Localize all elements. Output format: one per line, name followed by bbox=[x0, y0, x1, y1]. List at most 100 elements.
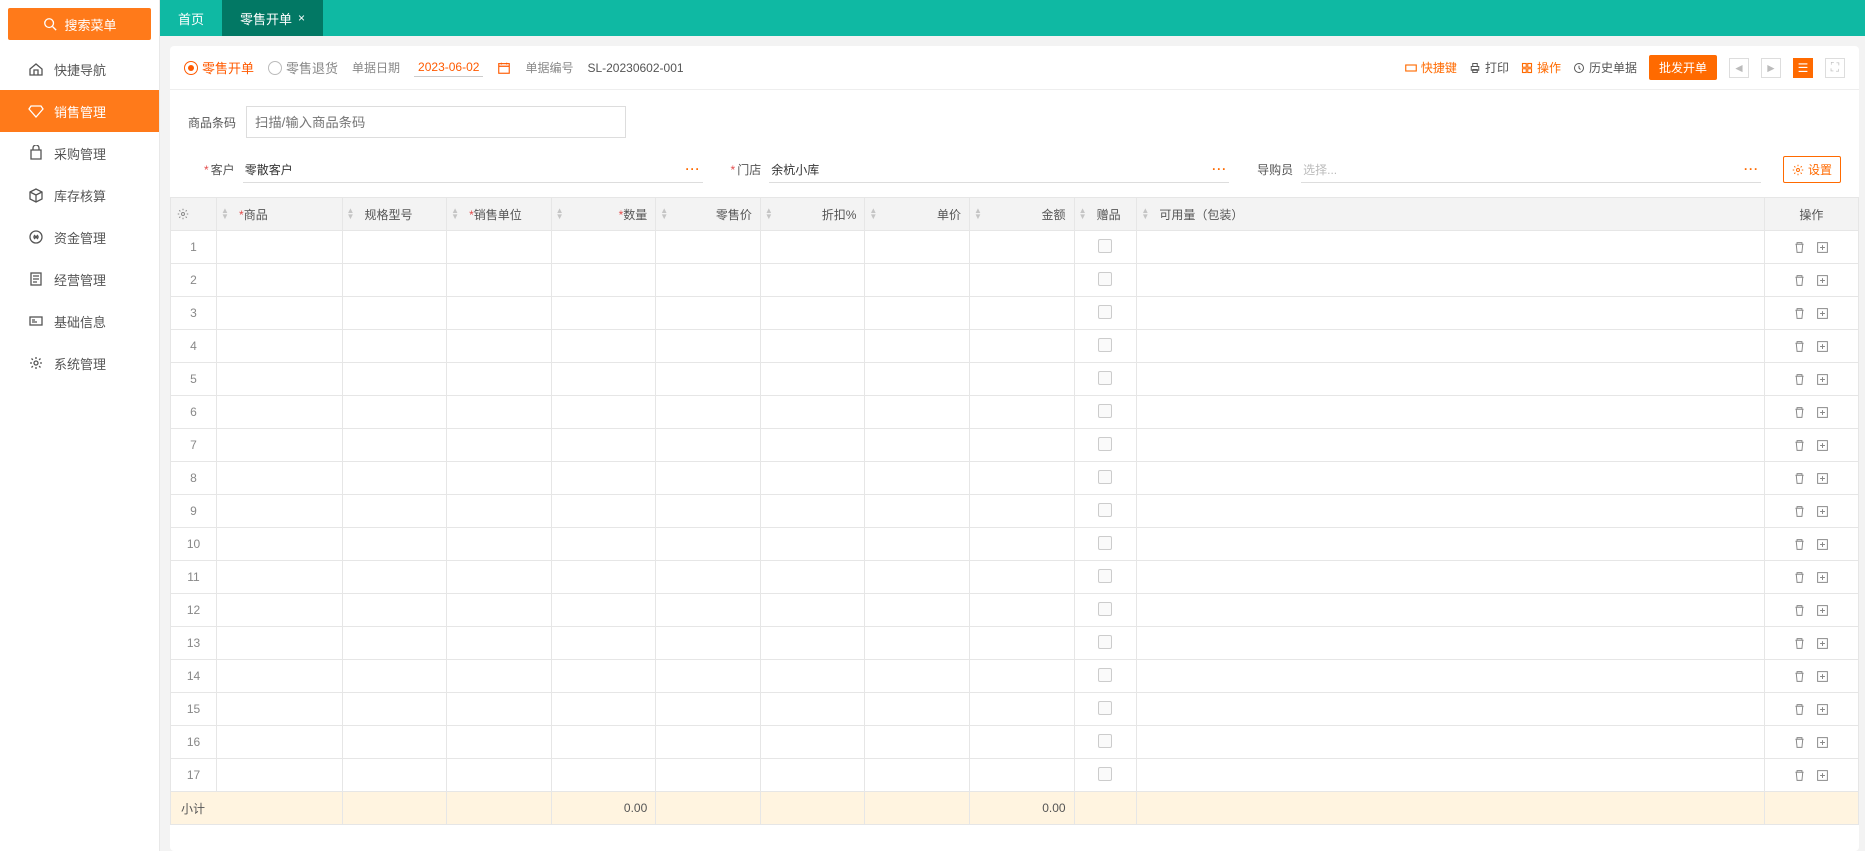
bill-date-value[interactable]: 2023-06-02 bbox=[414, 58, 483, 77]
radio-retail-return[interactable]: 零售退货 bbox=[268, 58, 338, 77]
cell-retail-price[interactable] bbox=[656, 759, 761, 792]
next-bill-button[interactable]: ► bbox=[1761, 58, 1781, 78]
cell-unit-price[interactable] bbox=[865, 627, 970, 660]
cell-unit-price[interactable] bbox=[865, 462, 970, 495]
cell-product[interactable] bbox=[217, 594, 343, 627]
cell-unit-price[interactable] bbox=[865, 528, 970, 561]
cell-qty[interactable] bbox=[551, 297, 656, 330]
operate-button[interactable]: 操作 bbox=[1521, 59, 1561, 76]
cell-retail-price[interactable] bbox=[656, 462, 761, 495]
cell-gift[interactable] bbox=[1074, 561, 1137, 594]
cell-gift[interactable] bbox=[1074, 726, 1137, 759]
table-row[interactable]: 3 bbox=[171, 297, 1859, 330]
checkbox-icon[interactable] bbox=[1098, 569, 1112, 583]
th-product[interactable]: ▲▼*商品 bbox=[217, 198, 343, 231]
calendar-icon[interactable] bbox=[497, 61, 511, 75]
delete-row-icon[interactable] bbox=[1793, 670, 1806, 683]
cell-spec[interactable] bbox=[342, 297, 447, 330]
table-row[interactable]: 15 bbox=[171, 693, 1859, 726]
cell-retail-price[interactable] bbox=[656, 363, 761, 396]
cell-product[interactable] bbox=[217, 561, 343, 594]
cell-retail-price[interactable] bbox=[656, 396, 761, 429]
cell-product[interactable] bbox=[217, 759, 343, 792]
cell-amount[interactable] bbox=[969, 264, 1074, 297]
nav-inventory[interactable]: 库存核算 bbox=[0, 174, 159, 216]
cell-amount[interactable] bbox=[969, 231, 1074, 264]
cell-gift[interactable] bbox=[1074, 330, 1137, 363]
checkbox-icon[interactable] bbox=[1098, 767, 1112, 781]
delete-row-icon[interactable] bbox=[1793, 373, 1806, 386]
add-row-icon[interactable] bbox=[1816, 736, 1829, 749]
cell-gift[interactable] bbox=[1074, 264, 1137, 297]
cell-spec[interactable] bbox=[342, 759, 447, 792]
table-row[interactable]: 9 bbox=[171, 495, 1859, 528]
cell-product[interactable] bbox=[217, 363, 343, 396]
search-menu-button[interactable]: 搜索菜单 bbox=[8, 8, 151, 40]
checkbox-icon[interactable] bbox=[1098, 470, 1112, 484]
cell-amount[interactable] bbox=[969, 693, 1074, 726]
cell-product[interactable] bbox=[217, 660, 343, 693]
history-button[interactable]: 历史单据 bbox=[1573, 59, 1637, 76]
checkbox-icon[interactable] bbox=[1098, 371, 1112, 385]
th-discount[interactable]: ▲▼折扣% bbox=[760, 198, 865, 231]
nav-quick[interactable]: 快捷导航 bbox=[0, 48, 159, 90]
cell-unit[interactable] bbox=[447, 429, 552, 462]
cell-amount[interactable] bbox=[969, 297, 1074, 330]
checkbox-icon[interactable] bbox=[1098, 635, 1112, 649]
cell-gift[interactable] bbox=[1074, 693, 1137, 726]
cell-retail-price[interactable] bbox=[656, 231, 761, 264]
print-button[interactable]: 打印 bbox=[1469, 59, 1509, 76]
cell-qty[interactable] bbox=[551, 264, 656, 297]
cell-unit[interactable] bbox=[447, 363, 552, 396]
cell-spec[interactable] bbox=[342, 330, 447, 363]
table-row[interactable]: 10 bbox=[171, 528, 1859, 561]
cell-discount[interactable] bbox=[760, 396, 865, 429]
cell-unit[interactable] bbox=[447, 660, 552, 693]
store-select[interactable]: 余杭小库 ··· bbox=[769, 157, 1229, 183]
cell-gift[interactable] bbox=[1074, 231, 1137, 264]
cell-amount[interactable] bbox=[969, 759, 1074, 792]
cell-discount[interactable] bbox=[760, 330, 865, 363]
checkbox-icon[interactable] bbox=[1098, 437, 1112, 451]
tab-home[interactable]: 首页 bbox=[160, 0, 222, 36]
cell-unit-price[interactable] bbox=[865, 561, 970, 594]
close-icon[interactable]: × bbox=[298, 11, 305, 25]
cell-discount[interactable] bbox=[760, 363, 865, 396]
checkbox-icon[interactable] bbox=[1098, 404, 1112, 418]
radio-retail-order[interactable]: 零售开单 bbox=[184, 58, 254, 77]
cell-qty[interactable] bbox=[551, 660, 656, 693]
th-unit-price[interactable]: ▲▼单价 bbox=[865, 198, 970, 231]
more-icon[interactable]: ··· bbox=[686, 162, 701, 176]
shortcuts-button[interactable]: 快捷键 bbox=[1405, 59, 1457, 76]
cell-discount[interactable] bbox=[760, 759, 865, 792]
cell-retail-price[interactable] bbox=[656, 627, 761, 660]
nav-funds[interactable]: 资金管理 bbox=[0, 216, 159, 258]
cell-retail-price[interactable] bbox=[656, 726, 761, 759]
cell-retail-price[interactable] bbox=[656, 495, 761, 528]
cell-gift[interactable] bbox=[1074, 297, 1137, 330]
cell-discount[interactable] bbox=[760, 429, 865, 462]
cell-discount[interactable] bbox=[760, 726, 865, 759]
cell-product[interactable] bbox=[217, 297, 343, 330]
cell-product[interactable] bbox=[217, 693, 343, 726]
add-row-icon[interactable] bbox=[1816, 472, 1829, 485]
nav-system[interactable]: 系统管理 bbox=[0, 342, 159, 384]
cell-product[interactable] bbox=[217, 462, 343, 495]
cell-qty[interactable] bbox=[551, 429, 656, 462]
nav-purchase[interactable]: 采购管理 bbox=[0, 132, 159, 174]
cell-amount[interactable] bbox=[969, 462, 1074, 495]
cell-retail-price[interactable] bbox=[656, 561, 761, 594]
add-row-icon[interactable] bbox=[1816, 604, 1829, 617]
cell-discount[interactable] bbox=[760, 660, 865, 693]
add-row-icon[interactable] bbox=[1816, 571, 1829, 584]
cell-qty[interactable] bbox=[551, 396, 656, 429]
expand-button[interactable]: ⛶ bbox=[1825, 58, 1845, 78]
cell-product[interactable] bbox=[217, 396, 343, 429]
add-row-icon[interactable] bbox=[1816, 406, 1829, 419]
add-row-icon[interactable] bbox=[1816, 307, 1829, 320]
checkbox-icon[interactable] bbox=[1098, 536, 1112, 550]
cell-unit[interactable] bbox=[447, 693, 552, 726]
cell-unit[interactable] bbox=[447, 396, 552, 429]
add-row-icon[interactable] bbox=[1816, 637, 1829, 650]
cell-qty[interactable] bbox=[551, 231, 656, 264]
